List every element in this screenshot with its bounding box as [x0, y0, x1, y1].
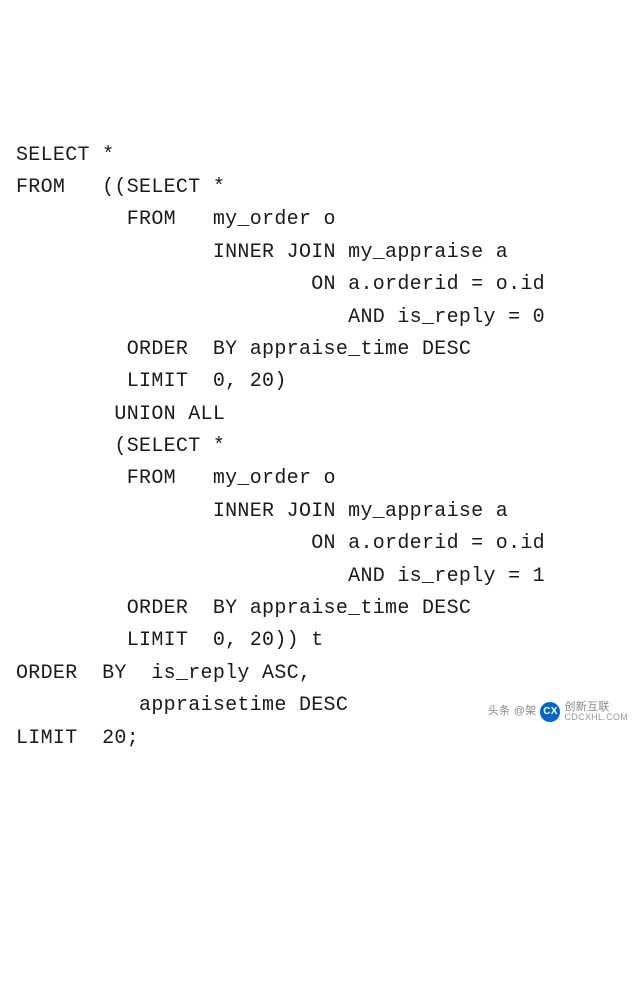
code-line: AND is_reply = 1 [16, 565, 545, 588]
code-line: FROM ((SELECT * [16, 176, 225, 199]
code-line: SELECT * [16, 144, 114, 167]
code-line: ORDER BY appraise_time DESC [16, 338, 471, 361]
code-line: LIMIT 20; [16, 727, 139, 750]
watermark-logo-icon: CX [540, 702, 560, 722]
watermark-sub: CDCXHL.COM [564, 713, 628, 722]
code-line: LIMIT 0, 20)) t [16, 629, 324, 652]
code-line: INNER JOIN my_appraise a [16, 500, 508, 523]
watermark: 头条 @架 CX 创新互联 CDCXHL.COM [488, 702, 628, 722]
code-line: (SELECT * [16, 435, 225, 458]
code-line: appraisetime DESC [16, 694, 348, 717]
code-line: UNION ALL [16, 403, 225, 426]
code-line: ON a.orderid = o.id [16, 273, 545, 296]
code-line: ORDER BY appraise_time DESC [16, 597, 471, 620]
code-line: FROM my_order o [16, 467, 336, 490]
code-line: INNER JOIN my_appraise a [16, 241, 508, 264]
code-line: FROM my_order o [16, 208, 336, 231]
code-line: AND is_reply = 0 [16, 306, 545, 329]
code-line: LIMIT 0, 20) [16, 370, 287, 393]
sql-code-block: SELECT * FROM ((SELECT * FROM my_order o… [16, 140, 624, 755]
code-line: ON a.orderid = o.id [16, 532, 545, 555]
watermark-prefix: 头条 @架 [488, 703, 537, 721]
code-line: ORDER BY is_reply ASC, [16, 662, 311, 685]
